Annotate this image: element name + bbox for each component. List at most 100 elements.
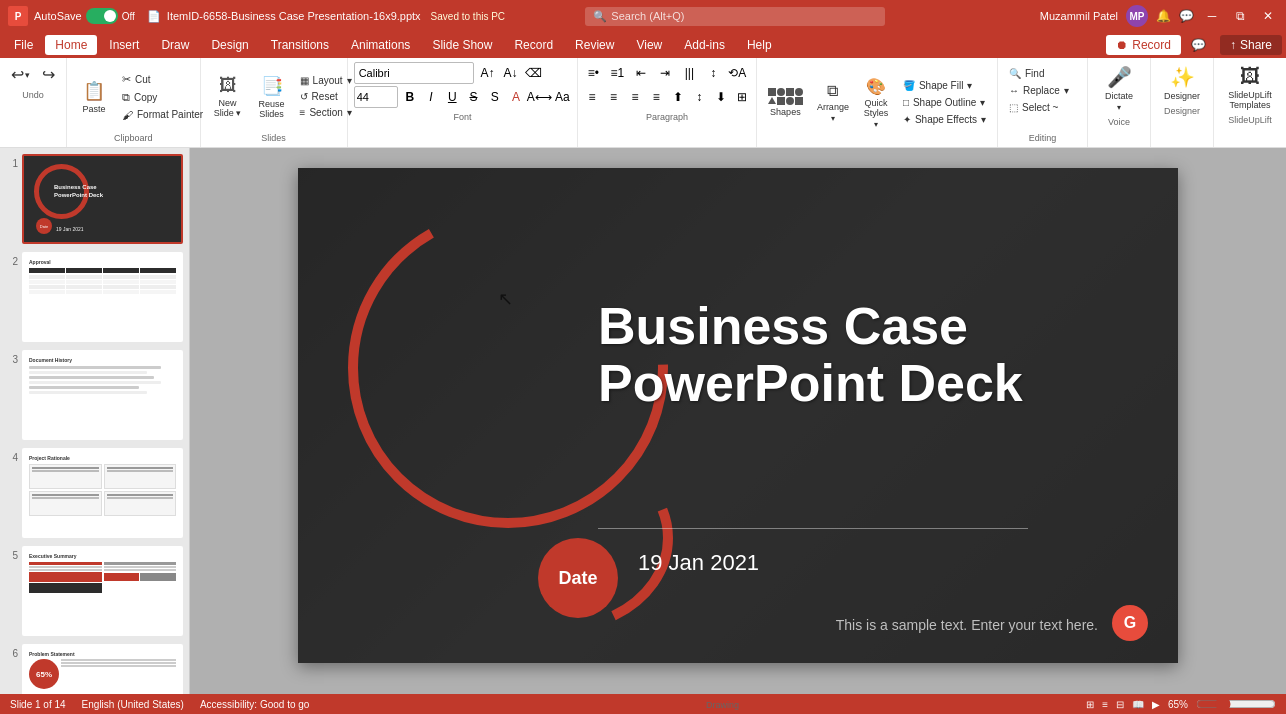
numbered-list-button[interactable]: ≡1 bbox=[606, 62, 628, 84]
menu-help[interactable]: Help bbox=[737, 35, 782, 55]
align-bottom-button[interactable]: ⬇ bbox=[711, 86, 730, 108]
line-spacing-button[interactable]: ↕ bbox=[702, 62, 724, 84]
arrange-button[interactable]: ⧉ Arrange ▾ bbox=[812, 79, 854, 126]
select-button[interactable]: ⬚ Select ~ bbox=[1004, 100, 1081, 115]
menu-review[interactable]: Review bbox=[565, 35, 624, 55]
paste-button[interactable]: 📋 Paste bbox=[73, 76, 115, 118]
slide-thumb-4[interactable]: Project Rationale bbox=[22, 448, 183, 538]
shape-fill-button[interactable]: 🪣 Shape Fill ▾ bbox=[898, 78, 991, 93]
zoom-slider[interactable] bbox=[1196, 700, 1276, 708]
align-top-button[interactable]: ⬆ bbox=[668, 86, 687, 108]
slide-sample-text[interactable]: This is a sample text. Enter your text h… bbox=[836, 617, 1098, 633]
comment-icon[interactable]: 💬 bbox=[1185, 35, 1212, 55]
slideuplift-button[interactable]: 🖼 SlideUpLiftTemplates bbox=[1220, 62, 1280, 113]
view-normal-button[interactable]: ⊞ bbox=[1086, 699, 1094, 710]
undo-button[interactable]: ↩ ▾ bbox=[6, 62, 35, 87]
slide-thumb-1[interactable]: Business CasePowerPoint Deck Date 19 Jan… bbox=[22, 154, 183, 244]
comment-icon[interactable]: 💬 bbox=[1179, 9, 1194, 23]
menu-transitions[interactable]: Transitions bbox=[261, 35, 339, 55]
replace-button[interactable]: ↔ Replace ▾ bbox=[1004, 83, 1081, 98]
slide-item-2[interactable]: 2 Approval bbox=[4, 250, 185, 344]
menu-animations[interactable]: Animations bbox=[341, 35, 420, 55]
menu-record[interactable]: Record bbox=[504, 35, 563, 55]
menu-slideshow[interactable]: Slide Show bbox=[422, 35, 502, 55]
slide-title[interactable]: Business Case PowerPoint Deck bbox=[598, 298, 1023, 412]
font-color-button[interactable]: A bbox=[507, 86, 525, 108]
menu-design[interactable]: Design bbox=[201, 35, 258, 55]
menu-draw[interactable]: Draw bbox=[151, 35, 199, 55]
shape-outline-button[interactable]: □ Shape Outline ▾ bbox=[898, 95, 991, 110]
language-indicator[interactable]: English (United States) bbox=[82, 699, 184, 710]
font-size-input[interactable] bbox=[354, 86, 398, 108]
underline-button[interactable]: U bbox=[443, 86, 461, 108]
slide-item-3[interactable]: 3 Document History bbox=[4, 348, 185, 442]
search-bar[interactable]: 🔍 bbox=[585, 7, 885, 26]
share-button[interactable]: ↑ Share bbox=[1220, 35, 1282, 55]
ribbon-collapse-icon[interactable]: 🔔 bbox=[1156, 9, 1171, 23]
increase-indent-button[interactable]: ⇥ bbox=[654, 62, 676, 84]
slide-item-4[interactable]: 4 Project Rationale bbox=[4, 446, 185, 540]
view-outline-button[interactable]: ≡ bbox=[1102, 699, 1108, 710]
font-name-input[interactable] bbox=[354, 62, 474, 84]
justify-button[interactable]: ≡ bbox=[647, 86, 666, 108]
slide-thumb-3[interactable]: Document History bbox=[22, 350, 183, 440]
columns-button[interactable]: ||| bbox=[678, 62, 700, 84]
align-middle-button[interactable]: ↕ bbox=[690, 86, 709, 108]
quick-styles-button[interactable]: 🎨 QuickStyles ▾ bbox=[858, 74, 894, 132]
menu-view[interactable]: View bbox=[626, 35, 672, 55]
format-painter-button[interactable]: 🖌 Format Painter bbox=[117, 107, 208, 123]
designer-button[interactable]: ✨ Designer bbox=[1157, 62, 1207, 104]
char-spacing-button[interactable]: A⟷ bbox=[528, 86, 550, 108]
autosave-control[interactable]: AutoSave Off bbox=[34, 8, 135, 24]
clear-format-button[interactable]: ⌫ bbox=[523, 62, 545, 84]
minimize-button[interactable]: ─ bbox=[1202, 6, 1222, 26]
shape-effects-button[interactable]: ✦ Shape Effects ▾ bbox=[898, 112, 991, 127]
zoom-level[interactable]: 65% bbox=[1168, 699, 1188, 710]
align-right-button[interactable]: ≡ bbox=[625, 86, 644, 108]
slide-item-6[interactable]: 6 Problem Statement 65% bbox=[4, 642, 185, 694]
slide-date-text[interactable]: 19 Jan 2021 bbox=[638, 550, 759, 576]
accessibility-status[interactable]: Accessibility: Good to go bbox=[200, 699, 310, 710]
restore-button[interactable]: ⧉ bbox=[1230, 6, 1250, 26]
find-button[interactable]: 🔍 Find bbox=[1004, 66, 1081, 81]
shadow-button[interactable]: S bbox=[486, 86, 504, 108]
view-slide-sorter-button[interactable]: ⊟ bbox=[1116, 699, 1124, 710]
dictate-button[interactable]: 🎤 Dictate ▾ bbox=[1094, 62, 1144, 115]
text-direction-button[interactable]: ⟲A bbox=[726, 62, 748, 84]
new-slide-button[interactable]: 🖼 NewSlide ▾ bbox=[207, 71, 249, 122]
record-button[interactable]: ⏺ Record bbox=[1106, 35, 1181, 55]
bullets-button[interactable]: ≡• bbox=[582, 62, 604, 84]
change-case-button[interactable]: Aa bbox=[553, 86, 571, 108]
copy-button[interactable]: ⧉ Copy bbox=[117, 89, 208, 106]
redo-button[interactable]: ↪ bbox=[37, 62, 60, 87]
slide-item-1[interactable]: 1 Business CasePowerPoint Deck Date 19 J… bbox=[4, 152, 185, 246]
canvas-area[interactable]: Business Case PowerPoint Deck Date 19 Ja… bbox=[190, 148, 1286, 694]
smartart-convert-button[interactable]: ⊞ bbox=[732, 86, 751, 108]
slide-thumb-2[interactable]: Approval bbox=[22, 252, 183, 342]
italic-button[interactable]: I bbox=[422, 86, 440, 108]
decrease-indent-button[interactable]: ⇤ bbox=[630, 62, 652, 84]
shapes-button[interactable]: Shapes bbox=[763, 85, 808, 120]
bold-button[interactable]: B bbox=[401, 86, 419, 108]
slide-date-label[interactable]: Date bbox=[538, 538, 618, 618]
autosave-toggle[interactable] bbox=[86, 8, 118, 24]
slide-canvas[interactable]: Business Case PowerPoint Deck Date 19 Ja… bbox=[298, 168, 1178, 663]
align-center-button[interactable]: ≡ bbox=[604, 86, 623, 108]
cut-button[interactable]: ✂ Cut bbox=[117, 71, 208, 88]
view-reading-button[interactable]: 📖 bbox=[1132, 699, 1144, 710]
slide-thumb-5[interactable]: Executive Summary bbox=[22, 546, 183, 636]
menu-home[interactable]: Home bbox=[45, 35, 97, 55]
search-input[interactable] bbox=[611, 10, 877, 22]
increase-font-button[interactable]: A↑ bbox=[477, 62, 499, 84]
menu-file[interactable]: File bbox=[4, 35, 43, 55]
close-button[interactable]: ✕ bbox=[1258, 6, 1278, 26]
align-left-button[interactable]: ≡ bbox=[582, 86, 601, 108]
strikethrough-button[interactable]: S bbox=[464, 86, 482, 108]
slide-thumb-6[interactable]: Problem Statement 65% bbox=[22, 644, 183, 694]
reuse-slides-button[interactable]: 📑 ReuseSlides bbox=[251, 71, 293, 123]
decrease-font-button[interactable]: A↓ bbox=[500, 62, 522, 84]
view-slideshow-button[interactable]: ▶ bbox=[1152, 699, 1160, 710]
menu-insert[interactable]: Insert bbox=[99, 35, 149, 55]
menu-addins[interactable]: Add-ins bbox=[674, 35, 735, 55]
slide-item-5[interactable]: 5 Executive Summary bbox=[4, 544, 185, 638]
